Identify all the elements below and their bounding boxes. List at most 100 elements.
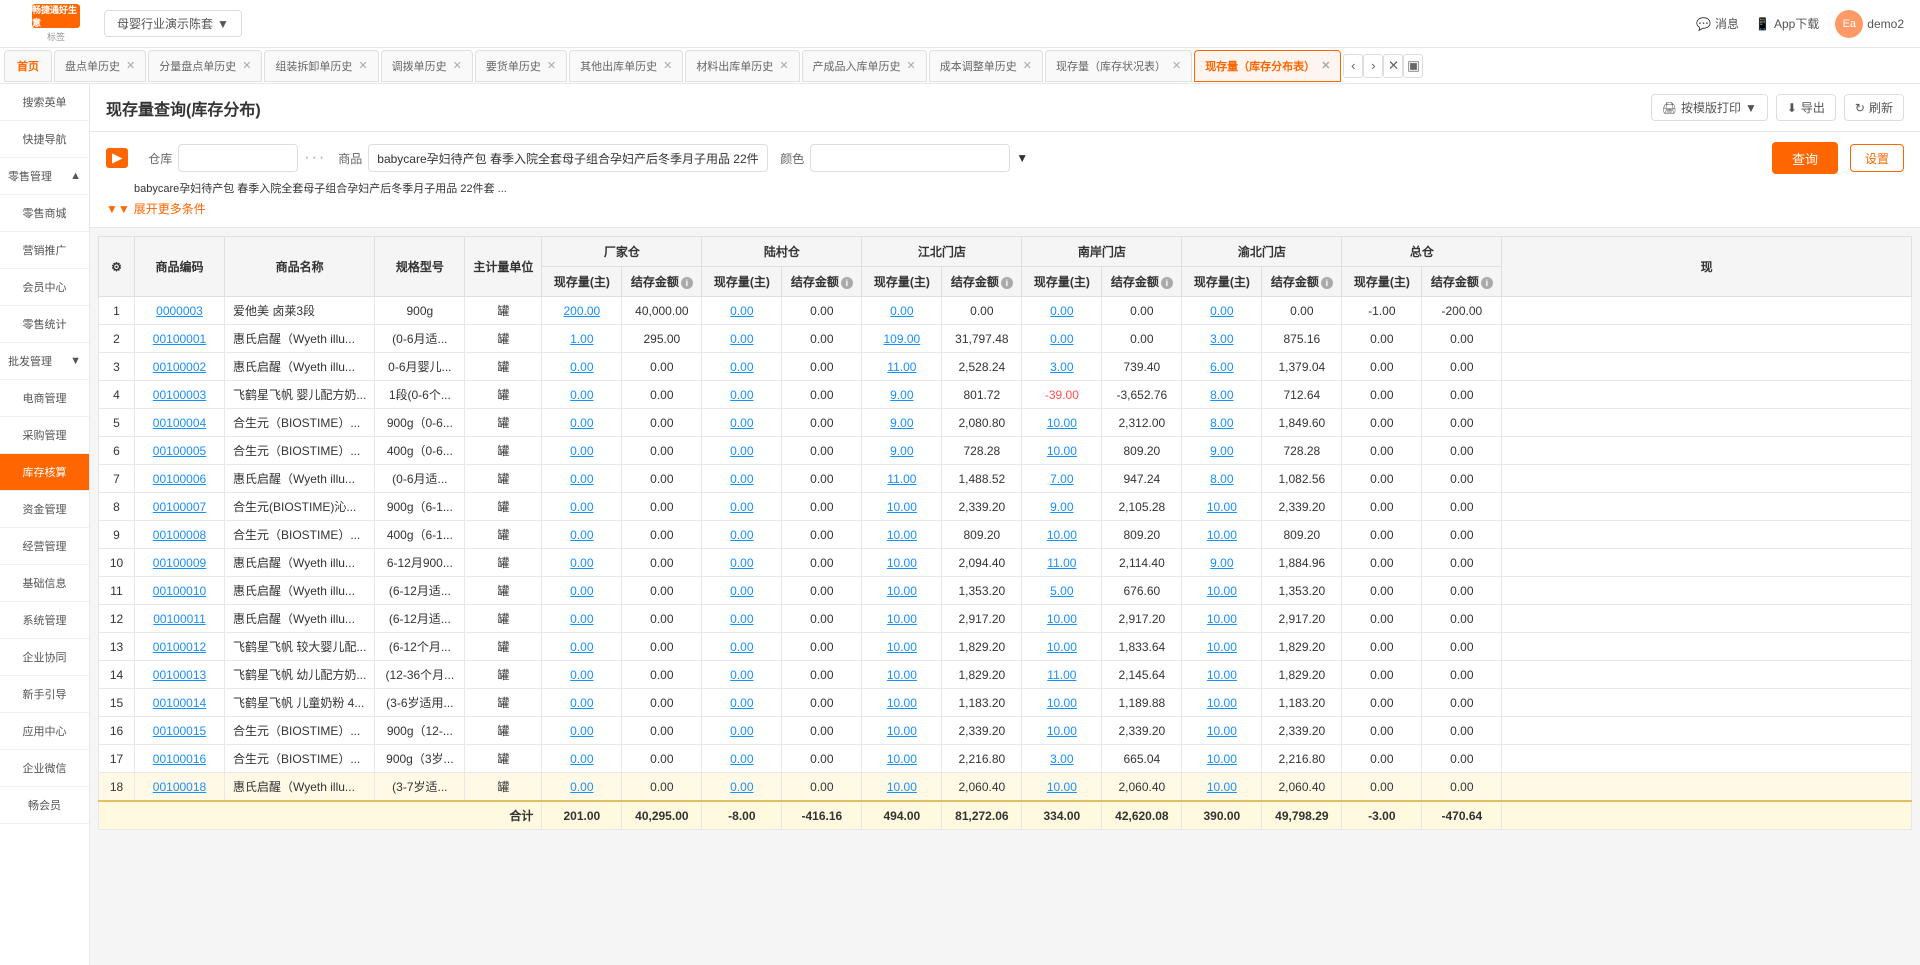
sidebar-item-retail-stats[interactable]: 零售统计 (0, 306, 89, 343)
tab-requisition[interactable]: 要货单历史 ✕ (475, 50, 567, 82)
code-link[interactable]: 00100016 (153, 752, 206, 766)
info-icon[interactable]: i (1161, 277, 1173, 289)
refresh-btn[interactable]: ↻ 刷新 (1844, 94, 1904, 121)
close-icon[interactable]: ✕ (663, 59, 672, 72)
sidebar-item-basic[interactable]: 基础信息 (0, 565, 89, 602)
tab-other-out[interactable]: 其他出库单历史 ✕ (569, 50, 683, 82)
tab-expand-btn[interactable]: ▣ (1403, 54, 1423, 78)
close-icon[interactable]: ✕ (547, 59, 556, 72)
color-input[interactable] (810, 144, 1010, 172)
close-icon[interactable]: ✕ (358, 59, 367, 72)
info-icon[interactable]: i (1481, 277, 1493, 289)
tab-product-in[interactable]: 产成品入库单历史 ✕ (802, 50, 927, 82)
settings-gear-icon[interactable]: ⚙ (111, 260, 122, 274)
sidebar-item-retail-mall[interactable]: 零售商城 (0, 195, 89, 232)
code-link[interactable]: 00100013 (153, 668, 206, 682)
sidebar-item-system[interactable]: 系统管理 (0, 602, 89, 639)
info-icon[interactable]: i (681, 277, 693, 289)
code-link[interactable]: 00100004 (153, 416, 206, 430)
tab-next-btn[interactable]: › (1363, 54, 1383, 78)
tab-material-out[interactable]: 材料出库单历史 ✕ (685, 50, 799, 82)
cell-unit: 罐 (465, 493, 542, 521)
sidebar-item-purchase[interactable]: 采购管理 (0, 417, 89, 454)
expand-more-btn[interactable]: ▼▼ 展开更多条件 (106, 200, 1904, 217)
cell-changjiacao-amt: 0.00 (622, 549, 702, 577)
tab-home[interactable]: 首页 (4, 50, 52, 82)
messages-btn[interactable]: 💬 消息 (1696, 15, 1739, 32)
close-icon[interactable]: ✕ (1321, 59, 1330, 72)
user-area[interactable]: Ea demo2 (1835, 10, 1904, 38)
sidebar-item-finance[interactable]: 资金管理 (0, 491, 89, 528)
sidebar-item-stock[interactable]: 库存核算 (0, 454, 89, 491)
info-icon[interactable]: i (1001, 277, 1013, 289)
product-input[interactable] (368, 144, 768, 172)
close-icon[interactable]: ✕ (779, 59, 788, 72)
sidebar-item-search[interactable]: 搜索英单 (0, 84, 89, 121)
tab-stock-status[interactable]: 现存量（库存状况表） ✕ (1045, 50, 1192, 82)
tab-close-all-btn[interactable]: ✕ (1383, 54, 1403, 78)
cell-lucun-amt: 0.00 (782, 353, 862, 381)
info-icon[interactable]: i (841, 277, 853, 289)
tab-transfer[interactable]: 调拨单历史 ✕ (381, 50, 473, 82)
sidebar-item-guide[interactable]: 新手引导 (0, 676, 89, 713)
code-link[interactable]: 00100007 (153, 500, 206, 514)
sidebar-item-ecommerce[interactable]: 电商管理 (0, 380, 89, 417)
tab-stock-dist[interactable]: 现存量（库存分布表） ✕ (1194, 50, 1341, 82)
app-download-btn[interactable]: 📱 App下载 (1755, 15, 1819, 32)
tab-assembly[interactable]: 组装拆卸单历史 ✕ (264, 50, 378, 82)
tab-inventory-check[interactable]: 盘点单历史 ✕ (54, 50, 146, 82)
cell-nanan-qty: 10.00 (1022, 633, 1102, 661)
close-icon[interactable]: ✕ (907, 59, 916, 72)
sidebar-item-management[interactable]: 经营管理 (0, 528, 89, 565)
cell-yubei-qty: 10.00 (1182, 745, 1262, 773)
code-link[interactable]: 00100001 (153, 332, 206, 346)
sidebar-item-member[interactable]: 会员中心 (0, 269, 89, 306)
code-link[interactable]: 00100009 (153, 556, 206, 570)
code-link[interactable]: 00100003 (153, 388, 206, 402)
code-link[interactable]: 00100011 (153, 612, 206, 626)
sidebar-item-app[interactable]: 应用中心 (0, 713, 89, 750)
printer-icon: 🖨 (1662, 101, 1677, 115)
close-icon[interactable]: ✕ (1023, 59, 1032, 72)
chevron-down-icon: ▼ (1745, 101, 1757, 115)
close-icon[interactable]: ✕ (242, 59, 251, 72)
orange-expand-btn[interactable]: ▶ (106, 148, 128, 168)
code-link[interactable]: 00100014 (153, 696, 206, 710)
sidebar-item-member2[interactable]: 畅会员 (0, 787, 89, 824)
sidebar-item-enterprise[interactable]: 企业协同 (0, 639, 89, 676)
code-link[interactable]: 0000003 (156, 304, 203, 318)
cell-unit: 罐 (465, 577, 542, 605)
cell-total-qty: 0.00 (1342, 661, 1422, 689)
sidebar-item-wechat[interactable]: 企业微信 (0, 750, 89, 787)
cell-nanan-qty: 10.00 (1022, 521, 1102, 549)
settings-btn[interactable]: 设置 (1850, 144, 1904, 172)
code-link[interactable]: 00100005 (153, 444, 206, 458)
tab-prev-btn[interactable]: ‹ (1343, 54, 1363, 78)
industry-selector[interactable]: 母婴行业演示陈套 ▼ (104, 10, 242, 37)
close-icon[interactable]: ✕ (453, 59, 462, 72)
cell-seq: 17 (99, 745, 135, 773)
warehouse-input[interactable] (178, 144, 298, 172)
info-icon[interactable]: i (1321, 277, 1333, 289)
code-link[interactable]: 00100002 (153, 360, 206, 374)
sidebar-item-retail[interactable]: 零售管理 ▲ (0, 158, 89, 195)
export-btn[interactable]: ⬇ 导出 (1776, 94, 1836, 121)
code-link[interactable]: 00100010 (153, 584, 206, 598)
cell-lucun-qty: 0.00 (702, 493, 782, 521)
tab-split-check[interactable]: 分量盘点单历史 ✕ (148, 50, 262, 82)
sidebar-item-marketing[interactable]: 营销推广 (0, 232, 89, 269)
close-icon[interactable]: ✕ (126, 59, 135, 72)
sidebar-item-quick-nav[interactable]: 快捷导航 (0, 121, 89, 158)
code-link[interactable]: 00100018 (153, 780, 206, 794)
th-lucun-amt: 结存金额i (782, 267, 862, 297)
print-btn[interactable]: 🖨 按模版打印 ▼ (1651, 94, 1768, 121)
code-link[interactable]: 00100006 (153, 472, 206, 486)
search-btn[interactable]: 查询 (1772, 142, 1838, 174)
code-link[interactable]: 00100015 (153, 724, 206, 738)
sidebar-item-wholesale[interactable]: 批发管理 ▼ (0, 343, 89, 380)
close-icon[interactable]: ✕ (1172, 59, 1181, 72)
code-link[interactable]: 00100008 (153, 528, 206, 542)
code-link[interactable]: 00100012 (153, 640, 206, 654)
tab-cost-adjust[interactable]: 成本调整单历史 ✕ (929, 50, 1043, 82)
cell-yubei-amt: 2,339.20 (1262, 493, 1342, 521)
